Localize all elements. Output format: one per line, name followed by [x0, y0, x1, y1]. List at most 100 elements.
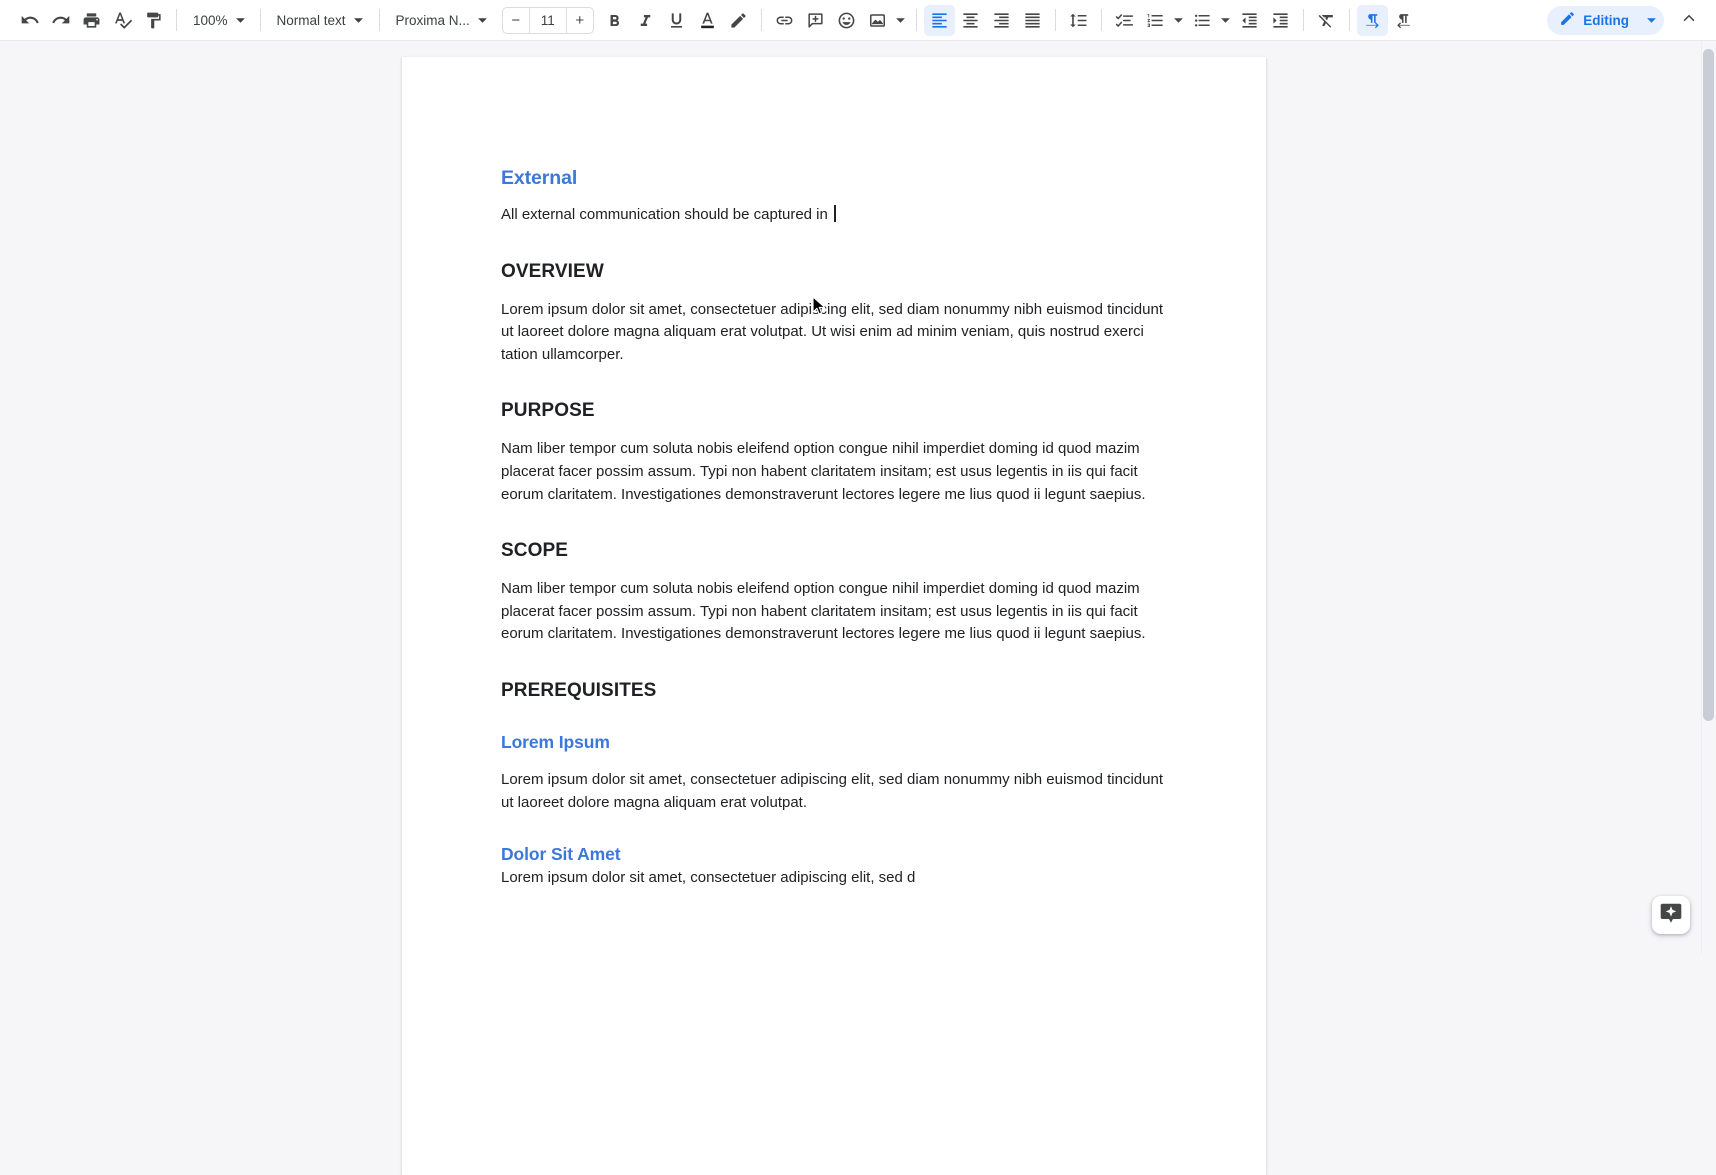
font-family-value: Proxima N... — [396, 13, 470, 28]
gemini-sparkle-icon — [1658, 900, 1684, 931]
zoom-select[interactable]: 100% — [184, 5, 253, 36]
toolbar-divider — [1101, 9, 1102, 31]
paragraph-ltr-icon — [1363, 11, 1382, 30]
editing-mode-label: Editing — [1583, 13, 1629, 28]
align-left-button[interactable] — [924, 5, 955, 36]
italic-button[interactable] — [630, 5, 661, 36]
toolbar-divider — [1055, 9, 1056, 31]
italic-icon — [636, 11, 655, 30]
bulleted-list-icon — [1193, 11, 1212, 30]
text-color-button[interactable] — [692, 5, 723, 36]
document-paragraph-dolor-sit-amet[interactable]: Lorem ipsum dolor sit amet, consectetuer… — [501, 867, 1166, 890]
document-paragraph-scope[interactable]: Nam liber tempor cum soluta nobis eleife… — [501, 578, 1166, 646]
underline-button[interactable] — [661, 5, 692, 36]
align-right-icon — [992, 11, 1011, 30]
chevron-down-icon — [474, 11, 492, 29]
font-size-value[interactable]: 11 — [529, 8, 567, 33]
bulleted-list-dropdown[interactable] — [1218, 5, 1234, 36]
toolbar-divider — [260, 9, 261, 31]
paragraph-ltr-button[interactable] — [1357, 5, 1388, 36]
pencil-icon — [1559, 10, 1576, 32]
line-spacing-button[interactable] — [1063, 5, 1094, 36]
chevron-down-icon — [895, 15, 906, 26]
paint-format-button[interactable] — [138, 5, 169, 36]
chevron-down-icon — [1642, 12, 1660, 30]
bold-button[interactable] — [599, 5, 630, 36]
document-canvas: External All external communication shou… — [0, 41, 1716, 954]
increase-font-size-button[interactable]: + — [567, 8, 593, 33]
align-center-button[interactable] — [955, 5, 986, 36]
image-icon — [868, 11, 887, 30]
insert-link-button[interactable] — [769, 5, 800, 36]
redo-icon — [51, 10, 71, 30]
insert-image-dropdown[interactable] — [893, 5, 909, 36]
zoom-value: 100% — [193, 13, 228, 28]
undo-icon — [20, 10, 40, 30]
clear-formatting-button[interactable] — [1311, 5, 1342, 36]
numbered-list-button[interactable] — [1140, 5, 1171, 36]
decrease-font-size-button[interactable]: − — [503, 8, 529, 33]
highlight-color-button[interactable] — [723, 5, 754, 36]
chevron-up-icon — [1680, 9, 1698, 32]
editing-mode-button[interactable]: Editing — [1547, 6, 1664, 35]
print-icon — [82, 11, 101, 30]
checklist-button[interactable] — [1109, 5, 1140, 36]
numbered-list-dropdown[interactable] — [1171, 5, 1187, 36]
document-heading-purpose: PURPOSE — [501, 400, 1166, 422]
link-icon — [775, 11, 794, 30]
spellcheck-button[interactable] — [107, 5, 138, 36]
document-paragraph-external[interactable]: All external communication should be cap… — [501, 204, 1166, 227]
document-body[interactable]: External All external communication shou… — [501, 167, 1166, 890]
text-cursor — [834, 205, 836, 222]
document-subheading-dolor-sit-amet: Dolor Sit Amet — [501, 844, 1166, 865]
font-family-select[interactable]: Proxima N... — [387, 5, 495, 36]
document-heading-external: External — [501, 167, 1166, 190]
document-subheading-lorem-ipsum: Lorem Ipsum — [501, 732, 1166, 753]
align-right-button[interactable] — [986, 5, 1017, 36]
collapse-menus-button[interactable] — [1673, 5, 1704, 36]
chevron-down-icon — [1220, 15, 1231, 26]
decrease-indent-icon — [1240, 11, 1259, 30]
ask-gemini-button[interactable] — [1652, 896, 1690, 934]
spellcheck-icon — [113, 10, 133, 30]
document-paragraph-lorem-ipsum[interactable]: Lorem ipsum dolor sit amet, consectetuer… — [501, 769, 1166, 814]
document-heading-prerequisites: PREREQUISITES — [501, 680, 1166, 702]
vertical-scrollbar-thumb[interactable] — [1703, 49, 1714, 721]
insert-image-button[interactable] — [862, 5, 893, 36]
undo-button[interactable] — [14, 5, 45, 36]
chevron-down-icon — [1173, 15, 1184, 26]
print-button[interactable] — [76, 5, 107, 36]
document-page[interactable]: External All external communication shou… — [402, 57, 1266, 1175]
chevron-down-icon — [232, 11, 250, 29]
main-toolbar: 100% Normal text Proxima N... − 11 + — [0, 0, 1716, 41]
emoji-icon — [837, 11, 856, 30]
paragraph-style-select[interactable]: Normal text — [268, 5, 372, 36]
paragraph-rtl-button[interactable] — [1388, 5, 1419, 36]
bold-icon — [605, 11, 624, 30]
highlight-icon — [729, 11, 748, 30]
align-justify-icon — [1023, 11, 1042, 30]
line-spacing-icon — [1069, 11, 1088, 30]
increase-indent-button[interactable] — [1265, 5, 1296, 36]
vertical-scrollbar[interactable] — [1701, 41, 1716, 954]
bulleted-list-button[interactable] — [1187, 5, 1218, 36]
font-size-stepper[interactable]: − 11 + — [502, 7, 594, 34]
text-color-icon — [698, 10, 717, 31]
add-comment-button[interactable] — [800, 5, 831, 36]
paragraph-style-value: Normal text — [277, 13, 346, 28]
clear-formatting-icon — [1317, 11, 1336, 30]
toolbar-divider — [916, 9, 917, 31]
document-heading-scope: SCOPE — [501, 540, 1166, 562]
decrease-indent-button[interactable] — [1234, 5, 1265, 36]
numbered-list-icon — [1146, 11, 1165, 30]
document-paragraph-purpose[interactable]: Nam liber tempor cum soluta nobis eleife… — [501, 438, 1166, 506]
toolbar-divider — [1303, 9, 1304, 31]
align-justify-button[interactable] — [1017, 5, 1048, 36]
toolbar-divider — [1349, 9, 1350, 31]
toolbar-divider — [176, 9, 177, 31]
redo-button[interactable] — [45, 5, 76, 36]
align-center-icon — [961, 11, 980, 30]
toolbar-divider — [761, 9, 762, 31]
document-paragraph-overview[interactable]: Lorem ipsum dolor sit amet, consectetuer… — [501, 299, 1166, 367]
insert-emoji-button[interactable] — [831, 5, 862, 36]
